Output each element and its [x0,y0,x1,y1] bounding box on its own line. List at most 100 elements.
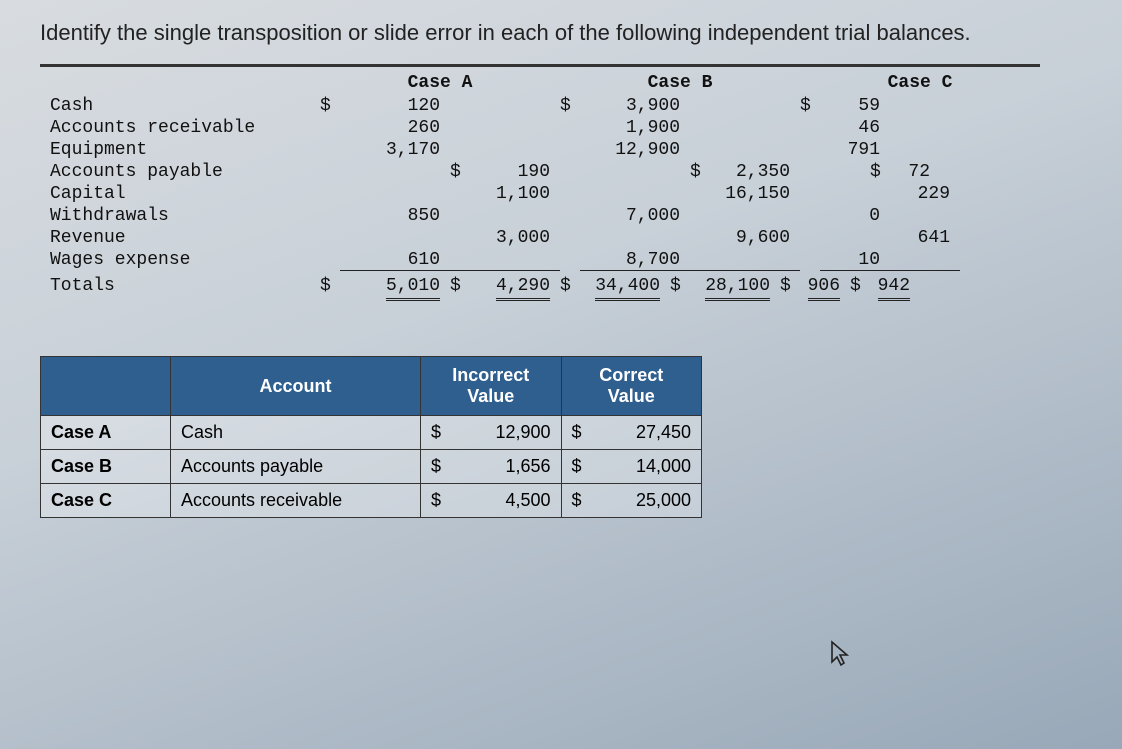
case-a-debit [340,162,450,182]
case-a-debit: 3,170 [340,140,450,160]
incorrect-value-cell[interactable]: 4,500 [451,484,561,518]
case-c-credit: 229 [890,184,960,204]
dollar-sign: $ [670,276,690,296]
case-a-debit: 120 [340,96,450,116]
case-c-credit [890,140,960,160]
case-a-credit: 190 [470,162,560,182]
table-row: Accounts receivable 260 1,900 46 [40,117,1040,139]
dollar-sign: $ [320,96,340,116]
case-b-credit [690,140,800,160]
case-b-header: Case B [560,73,800,93]
case-b-credit: 2,350 [710,162,800,182]
account-cell[interactable]: Cash [171,416,421,450]
table-row: Equipment 3,170 12,900 791 [40,139,1040,161]
case-c-debit [820,184,890,204]
dollar-sign: $ [850,276,870,296]
dollar-sign: $ [450,162,470,182]
correct-value-cell[interactable]: 25,000 [592,484,702,518]
case-a-credit [450,96,560,116]
case-b-credit [690,206,800,226]
dollar-sign: $ [320,276,340,296]
table-row: Wages expense 610 8,700 10 [40,249,1040,272]
case-a-credit-total: 4,290 [496,276,550,301]
case-a-debit [340,184,450,204]
account-label: Withdrawals [40,206,320,226]
case-b-debit: 7,000 [580,206,690,226]
dollar-sign: $ [870,162,890,182]
table-row: Capital 1,100 16,150 229 [40,183,1040,205]
case-c-header: Case C [800,73,1040,93]
case-b-credit: 16,150 [690,184,800,204]
table-row: Case A Cash $ 12,900 $ 27,450 [41,416,702,450]
totals-label: Totals [40,276,320,296]
case-a-credit [450,140,560,160]
totals-row: Totals $ 5,010 $ 4,290 $ 34,400 $ 28,100… [40,272,1040,296]
question-text: Identify the single transposition or sli… [40,20,1082,46]
incorrect-value-header: Incorrect Value [421,357,562,416]
case-c-credit [890,206,960,226]
table-row: Cash $ 120 $ 3,900 $ 59 [40,95,1040,117]
case-a-credit [450,118,560,138]
case-b-credit [690,96,800,116]
dollar-sign: $ [800,96,820,116]
case-c-credit-total: 942 [878,276,910,301]
dollar-sign: $ [450,276,470,296]
case-b-debit: 3,900 [580,96,690,116]
incorrect-value-cell[interactable]: 1,656 [451,450,561,484]
correct-value-cell[interactable]: 27,450 [592,416,702,450]
case-b-credit [690,250,800,271]
case-b-debit [580,162,690,182]
dollar-sign: $ [690,162,710,182]
case-c-debit: 46 [820,118,890,138]
case-c-credit [890,96,960,116]
case-a-credit [450,250,560,271]
answer-table: Account Incorrect Value Correct Value Ca… [40,356,702,518]
cursor-icon [830,640,852,675]
correct-value-cell[interactable]: 14,000 [592,450,702,484]
case-a-header: Case A [320,73,560,93]
case-b-debit: 8,700 [580,250,690,271]
case-c-credit: 72 [890,162,940,182]
case-header [41,357,171,416]
dollar-sign: $ [560,276,580,296]
case-b-debit [580,184,690,204]
table-row: Accounts payable $ 190 $ 2,350 $ 72 [40,161,1040,183]
case-cell: Case B [41,450,171,484]
account-label: Accounts payable [40,162,320,182]
dollar-sign: $ [421,450,452,484]
table-row: Withdrawals 850 7,000 0 [40,205,1040,227]
case-b-debit-total: 34,400 [595,276,660,301]
account-cell[interactable]: Accounts receivable [171,484,421,518]
account-label: Capital [40,184,320,204]
account-label: Accounts receivable [40,118,320,138]
dollar-sign: $ [421,484,452,518]
account-label: Wages expense [40,250,320,271]
case-a-credit: 1,100 [450,184,560,204]
account-label: Cash [40,96,320,116]
case-b-debit: 1,900 [580,118,690,138]
table-row: Case B Accounts payable $ 1,656 $ 14,000 [41,450,702,484]
case-b-credit [690,118,800,138]
case-cell: Case C [41,484,171,518]
table-row: Revenue 3,000 9,600 641 [40,227,1040,249]
case-a-credit: 3,000 [450,228,560,248]
case-c-credit [890,118,960,138]
case-b-credit-total: 28,100 [705,276,770,301]
case-a-debit-total: 5,010 [386,276,440,301]
case-c-credit: 641 [890,228,960,248]
case-c-credit [890,250,960,271]
case-c-debit [820,228,890,248]
case-c-debit: 791 [820,140,890,160]
case-c-debit: 59 [820,96,890,116]
case-a-credit [450,206,560,226]
account-header: Account [171,357,421,416]
incorrect-value-cell[interactable]: 12,900 [451,416,561,450]
case-a-debit [340,228,450,248]
case-c-debit-total: 906 [808,276,840,301]
correct-value-header: Correct Value [561,357,702,416]
account-label: Equipment [40,140,320,160]
account-cell[interactable]: Accounts payable [171,450,421,484]
trial-balance-table: Case A Case B Case C Cash $ 120 $ 3,900 … [40,64,1040,296]
dollar-sign: $ [561,416,592,450]
dollar-sign: $ [421,416,452,450]
